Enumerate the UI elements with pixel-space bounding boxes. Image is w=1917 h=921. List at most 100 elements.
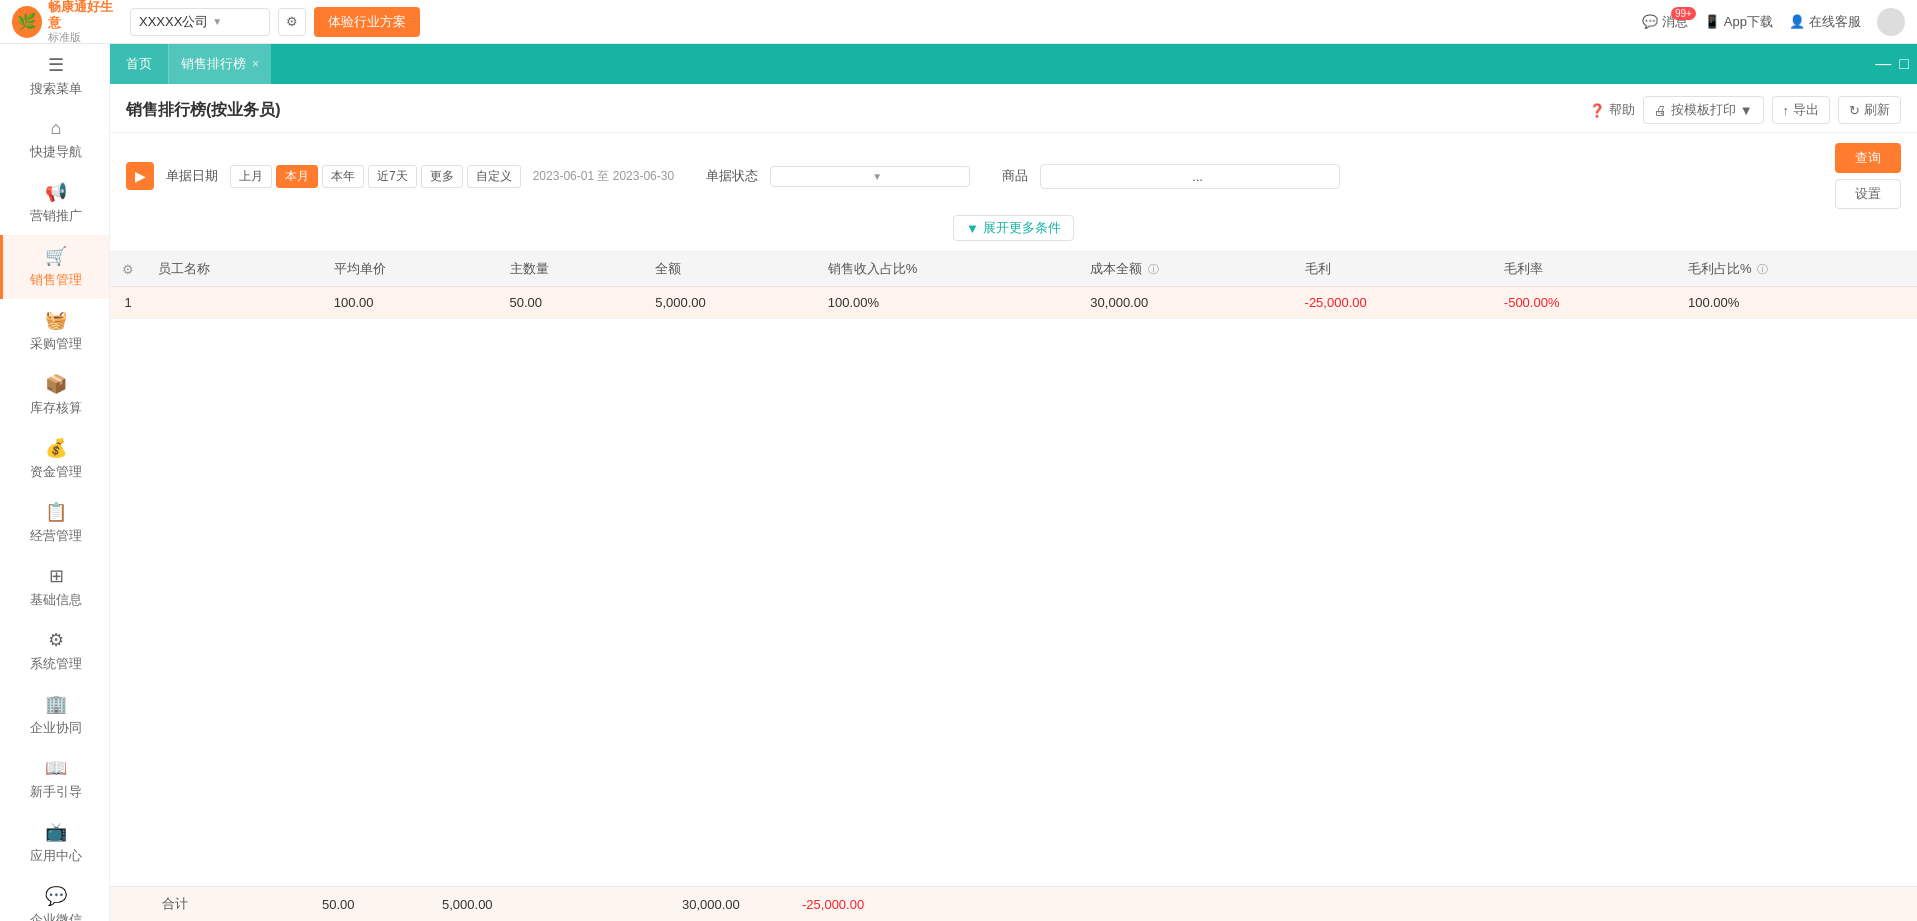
apps-icon: 📺 <box>45 821 67 843</box>
sales-icon: 🛒 <box>45 245 67 267</box>
sidebar-item-basic-label: 基础信息 <box>30 591 82 609</box>
content-area: 首页 销售排行榜 × — □ 销售排行榜(按业务员) ❓ 帮助 🖨 按模 <box>110 44 1917 921</box>
sidebar-item-marketing[interactable]: 📢 营销推广 <box>0 171 109 235</box>
refresh-button[interactable]: ↻ 刷新 <box>1838 96 1901 124</box>
app-download-button[interactable]: 📱 App下载 <box>1704 13 1773 31</box>
page-title: 销售排行榜(按业务员) <box>126 100 281 121</box>
purchase-icon: 🧺 <box>45 309 67 331</box>
sidebar-item-sales[interactable]: 🛒 销售管理 <box>0 235 109 299</box>
tab-maximize-button[interactable]: □ <box>1899 55 1909 73</box>
footer-cost-spacer <box>562 897 682 912</box>
enterprise-icon: 🏢 <box>45 693 67 715</box>
sidebar-item-search[interactable]: ☰ 搜索菜单 <box>0 44 109 108</box>
quick-filter-arrow[interactable]: ▶ <box>126 162 154 190</box>
sidebar-item-inventory[interactable]: 📦 库存核算 <box>0 363 109 427</box>
expand-icon: ▼ <box>966 221 979 236</box>
sidebar-item-sales-label: 销售管理 <box>30 271 82 289</box>
th-gross-rate: 毛利率 <box>1492 252 1676 287</box>
table-body: 1 100.00 50.00 5,000.00 100.00% 30,000.0… <box>110 287 1917 319</box>
date-shortcuts: 上月 本月 本年 近7天 更多 自定义 <box>230 165 521 188</box>
expand-more-conditions-button[interactable]: ▼ 展开更多条件 <box>953 215 1074 241</box>
date-more-btn[interactable]: 更多 <box>421 165 463 188</box>
footer-label-text: 合计 <box>162 896 188 911</box>
status-dropdown-arrow: ▼ <box>872 171 961 182</box>
refresh-icon: ↻ <box>1849 103 1860 118</box>
th-avg-price: 平均单价 <box>322 252 498 287</box>
top-bar-right: 💬 消息 99+ 📱 App下载 👤 在线客服 <box>1642 8 1905 36</box>
export-icon: ↑ <box>1783 103 1790 118</box>
date-cur-month-btn[interactable]: 本月 <box>276 165 318 188</box>
service-label: 在线客服 <box>1809 13 1861 31</box>
th-cost: 成本全额 ⓘ <box>1078 252 1292 287</box>
date-7days-btn[interactable]: 近7天 <box>368 165 417 188</box>
sidebar-item-wechat-label: 企业微信 <box>30 911 82 921</box>
page-header: 销售排行榜(按业务员) ❓ 帮助 🖨 按模板打印 ▼ ↑ 导出 ↻ 刷新 <box>110 84 1917 133</box>
settings-text-button[interactable]: 设置 <box>1835 179 1901 209</box>
filter-row: ▶ 单据日期 上月 本月 本年 近7天 更多 自定义 2023-06-01 至 … <box>126 143 1901 209</box>
td-amount: 5,000.00 <box>643 287 816 319</box>
gear-icon: ⚙ <box>286 14 298 29</box>
tab-close-button[interactable]: × <box>252 57 259 71</box>
sidebar-item-wechat[interactable]: 💬 企业微信 <box>0 875 109 921</box>
tab-bar-right: — □ <box>1875 55 1917 73</box>
table-row[interactable]: 1 100.00 50.00 5,000.00 100.00% 30,000.0… <box>110 287 1917 319</box>
query-button[interactable]: 查询 <box>1835 143 1901 173</box>
sidebar-item-quick-nav[interactable]: ⌂ 快捷导航 <box>0 108 109 171</box>
export-button[interactable]: ↑ 导出 <box>1772 96 1831 124</box>
logo: 🌿 畅康通好生意 标准版 <box>12 0 122 44</box>
tab-home-label: 首页 <box>126 55 152 73</box>
print-icon: 🖨 <box>1654 103 1667 118</box>
inventory-icon: 📦 <box>45 373 67 395</box>
footer-total-label: 合计 <box>122 895 322 913</box>
status-filter-label: 单据状态 <box>706 167 758 185</box>
online-service-button[interactable]: 👤 在线客服 <box>1789 13 1861 31</box>
sidebar-item-enterprise[interactable]: 🏢 企业协同 <box>0 683 109 747</box>
cost-info-icon[interactable]: ⓘ <box>1148 263 1159 275</box>
footer-amount: 5,000.00 <box>442 897 562 912</box>
page-header-actions: ❓ 帮助 🖨 按模板打印 ▼ ↑ 导出 ↻ 刷新 <box>1589 96 1901 124</box>
status-filter-select[interactable]: ▼ <box>770 166 970 187</box>
tab-sales-ranking[interactable]: 销售排行榜 × <box>168 44 271 84</box>
company-name: XXXXX公司 <box>139 13 208 31</box>
message-button[interactable]: 💬 消息 99+ <box>1642 13 1688 31</box>
refresh-label: 刷新 <box>1864 101 1890 119</box>
help-button[interactable]: ❓ 帮助 <box>1589 101 1635 119</box>
logo-icon: 🌿 <box>12 6 42 38</box>
th-employee: 员工名称 <box>146 252 322 287</box>
sidebar-item-system-label: 系统管理 <box>30 655 82 673</box>
query-actions: 查询 设置 <box>1835 143 1901 209</box>
sidebar-item-marketing-label: 营销推广 <box>30 207 82 225</box>
date-range-display: 2023-06-01 至 2023-06-30 <box>533 168 674 185</box>
td-main-qty: 50.00 <box>498 287 644 319</box>
sidebar-item-apps[interactable]: 📺 应用中心 <box>0 811 109 875</box>
print-label: 按模板打印 <box>1671 101 1736 119</box>
sidebar-item-system[interactable]: ⚙ 系统管理 <box>0 619 109 683</box>
tab-home[interactable]: 首页 <box>110 44 168 84</box>
sidebar-item-guide[interactable]: 📖 新手引导 <box>0 747 109 811</box>
user-avatar[interactable] <box>1877 8 1905 36</box>
goods-filter-select[interactable]: ... <box>1040 164 1340 189</box>
company-selector[interactable]: XXXXX公司 ▼ <box>130 8 270 36</box>
td-employee <box>146 287 322 319</box>
tab-minimize-button[interactable]: — <box>1875 55 1891 73</box>
sidebar-item-operations[interactable]: 📋 经营管理 <box>0 491 109 555</box>
marketing-icon: 📢 <box>45 181 67 203</box>
sidebar-item-purchase[interactable]: 🧺 采购管理 <box>0 299 109 363</box>
sidebar-item-finance[interactable]: 💰 资金管理 <box>0 427 109 491</box>
date-prev-month-btn[interactable]: 上月 <box>230 165 272 188</box>
print-button[interactable]: 🖨 按模板打印 ▼ <box>1643 96 1764 124</box>
sidebar-item-operations-label: 经营管理 <box>30 527 82 545</box>
td-gross-ratio: 100.00% <box>1676 287 1917 319</box>
sidebar-item-apps-label: 应用中心 <box>30 847 82 865</box>
sidebar-item-search-label: 搜索菜单 <box>30 80 82 98</box>
app-label: App下载 <box>1724 13 1773 31</box>
service-icon: 👤 <box>1789 14 1805 29</box>
industry-button[interactable]: 体验行业方案 <box>314 7 420 37</box>
company-settings-button[interactable]: ⚙ <box>278 8 306 36</box>
th-settings[interactable]: ⚙ <box>110 252 146 287</box>
td-cost: 30,000.00 <box>1078 287 1292 319</box>
gross-ratio-info-icon[interactable]: ⓘ <box>1757 263 1768 275</box>
date-custom-btn[interactable]: 自定义 <box>467 165 521 188</box>
sidebar-item-basic[interactable]: ⊞ 基础信息 <box>0 555 109 619</box>
date-year-btn[interactable]: 本年 <box>322 165 364 188</box>
